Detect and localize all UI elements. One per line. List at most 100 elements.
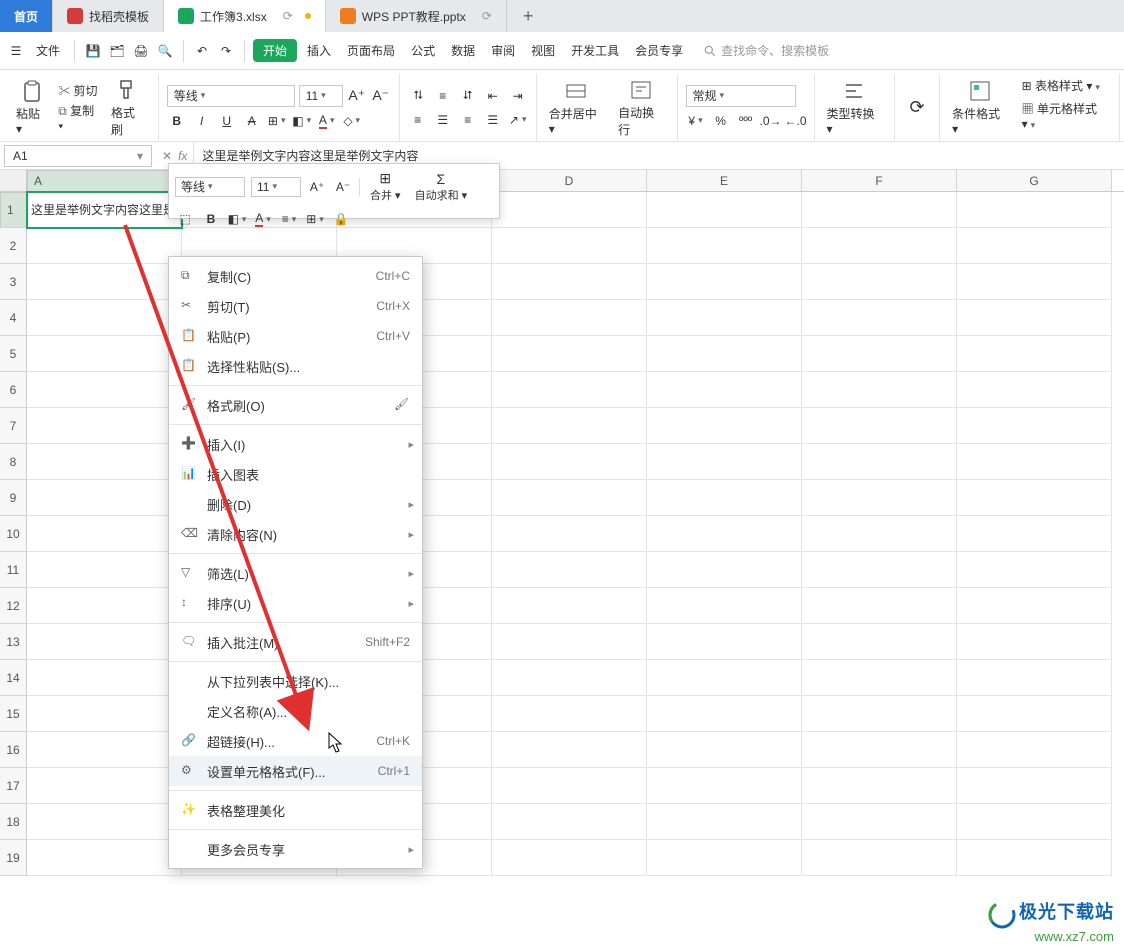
cell[interactable]	[647, 768, 802, 804]
font-color-icon[interactable]: A	[317, 111, 337, 131]
cell[interactable]	[492, 300, 647, 336]
ctx-filter[interactable]: ▽筛选(L)	[169, 558, 422, 588]
cell[interactable]	[957, 732, 1112, 768]
mini-font-color-icon[interactable]: A	[253, 209, 273, 229]
row-header[interactable]: 12	[0, 588, 27, 624]
ctx-copy[interactable]: ⧉复制(C)Ctrl+C	[169, 261, 422, 291]
tab-workbook[interactable]: 工作簿3.xlsx ⟳	[164, 0, 326, 32]
cell[interactable]	[802, 624, 957, 660]
ctx-paste[interactable]: 📋粘贴(P)Ctrl+V	[169, 321, 422, 351]
ctx-sort[interactable]: ↕排序(U)	[169, 588, 422, 618]
cell[interactable]	[647, 840, 802, 876]
ctx-clear[interactable]: ⌫清除内容(N)	[169, 519, 422, 549]
cell[interactable]	[957, 552, 1112, 588]
cell[interactable]	[27, 696, 182, 732]
cell[interactable]	[957, 588, 1112, 624]
cell[interactable]	[492, 516, 647, 552]
col-header-A[interactable]: A	[27, 170, 182, 192]
format-painter-button[interactable]: 格式刷	[107, 76, 150, 140]
menu-formulas[interactable]: 公式	[405, 38, 441, 63]
mini-format-icon[interactable]: ⬚	[175, 209, 195, 229]
cell[interactable]	[27, 228, 182, 264]
cut-button[interactable]: ✂ 剪切	[58, 82, 101, 99]
cell[interactable]	[647, 696, 802, 732]
cell[interactable]	[802, 516, 957, 552]
copy-button[interactable]: ⧉ 复制 ▾	[58, 102, 101, 134]
cell[interactable]	[802, 768, 957, 804]
orientation-icon[interactable]: ↗	[508, 110, 528, 130]
cell[interactable]	[647, 372, 802, 408]
highlight-icon[interactable]: ◇	[342, 111, 362, 131]
cell[interactable]	[492, 552, 647, 588]
row-header[interactable]: 15	[0, 696, 27, 732]
cell[interactable]	[957, 696, 1112, 732]
justify-icon[interactable]: ☰	[483, 110, 503, 130]
mini-border-icon[interactable]: ⊞	[305, 209, 325, 229]
cell[interactable]	[647, 804, 802, 840]
cell[interactable]	[957, 804, 1112, 840]
bold-icon[interactable]: B	[167, 111, 187, 131]
cell-style-button[interactable]: ▦ 单元格样式 ▾	[1022, 100, 1111, 131]
cell[interactable]	[27, 336, 182, 372]
align-top-icon[interactable]: ⮁	[408, 86, 428, 106]
cell[interactable]	[802, 444, 957, 480]
cell[interactable]	[647, 444, 802, 480]
align-middle-icon[interactable]: ≡	[433, 86, 453, 106]
ctx-define-name[interactable]: 定义名称(A)...	[169, 696, 422, 726]
cell[interactable]	[957, 840, 1112, 876]
cell[interactable]	[27, 408, 182, 444]
cell[interactable]	[647, 300, 802, 336]
mini-shrink-font-icon[interactable]: A⁻	[333, 177, 353, 197]
cell[interactable]	[492, 588, 647, 624]
row-header[interactable]: 5	[0, 336, 27, 372]
row-header[interactable]: 6	[0, 372, 27, 408]
cell[interactable]	[647, 408, 802, 444]
ctx-insert[interactable]: ➕插入(I)	[169, 429, 422, 459]
cell[interactable]	[492, 660, 647, 696]
select-all-corner[interactable]	[0, 170, 27, 191]
align-center-icon[interactable]: ☰	[433, 110, 453, 130]
cond-format-button[interactable]: 条件格式 ▾	[948, 77, 1012, 138]
mini-fill-icon[interactable]: ◧	[227, 209, 247, 229]
cell-A1[interactable]: 这里是举例文字内容这里是举例文字内容	[27, 192, 182, 228]
row-header[interactable]: 11	[0, 552, 27, 588]
mini-grow-font-icon[interactable]: A⁺	[307, 177, 327, 197]
row-header[interactable]: 7	[0, 408, 27, 444]
cell[interactable]	[647, 588, 802, 624]
cell[interactable]	[492, 336, 647, 372]
menu-data[interactable]: 数据	[445, 38, 481, 63]
align-bottom-icon[interactable]: ⮃	[458, 86, 478, 106]
tab-add-button[interactable]: +	[507, 0, 550, 32]
cell[interactable]	[647, 264, 802, 300]
cell[interactable]	[492, 228, 647, 264]
indent-inc-icon[interactable]: ⇥	[508, 86, 528, 106]
dec-dec-icon[interactable]: ←.0	[786, 111, 806, 131]
ctx-hyperlink[interactable]: 🔗超链接(H)...Ctrl+K	[169, 726, 422, 756]
cell[interactable]	[647, 228, 802, 264]
cell[interactable]	[802, 480, 957, 516]
mini-align-icon[interactable]: ≡	[279, 209, 299, 229]
cell[interactable]	[802, 804, 957, 840]
menu-review[interactable]: 审阅	[485, 38, 521, 63]
cell[interactable]	[27, 768, 182, 804]
mini-size-select[interactable]: 11	[251, 177, 301, 197]
fx-icon[interactable]: fx	[178, 149, 187, 163]
redo-icon[interactable]: ↷	[216, 41, 236, 61]
cell[interactable]	[957, 300, 1112, 336]
cell[interactable]	[27, 588, 182, 624]
grow-font-icon[interactable]: A⁺	[347, 86, 367, 106]
cell[interactable]	[957, 228, 1112, 264]
cell[interactable]	[647, 552, 802, 588]
menu-view[interactable]: 视图	[525, 38, 561, 63]
row-header[interactable]: 19	[0, 840, 27, 876]
col-header-E[interactable]: E	[647, 170, 802, 191]
indent-dec-icon[interactable]: ⇤	[483, 86, 503, 106]
cell[interactable]	[647, 732, 802, 768]
hamburger-icon[interactable]: ☰	[6, 41, 26, 61]
ctx-more-vip[interactable]: 更多会员专享	[169, 834, 422, 864]
cell[interactable]	[957, 660, 1112, 696]
mini-autosum-button[interactable]: Σ自动求和 ▾	[411, 169, 472, 205]
table-style-button[interactable]: ⊞ 表格样式 ▾	[1022, 77, 1111, 94]
border-icon[interactable]: ⊞	[267, 111, 287, 131]
ctx-pick-from-list[interactable]: 从下拉列表中选择(K)...	[169, 666, 422, 696]
